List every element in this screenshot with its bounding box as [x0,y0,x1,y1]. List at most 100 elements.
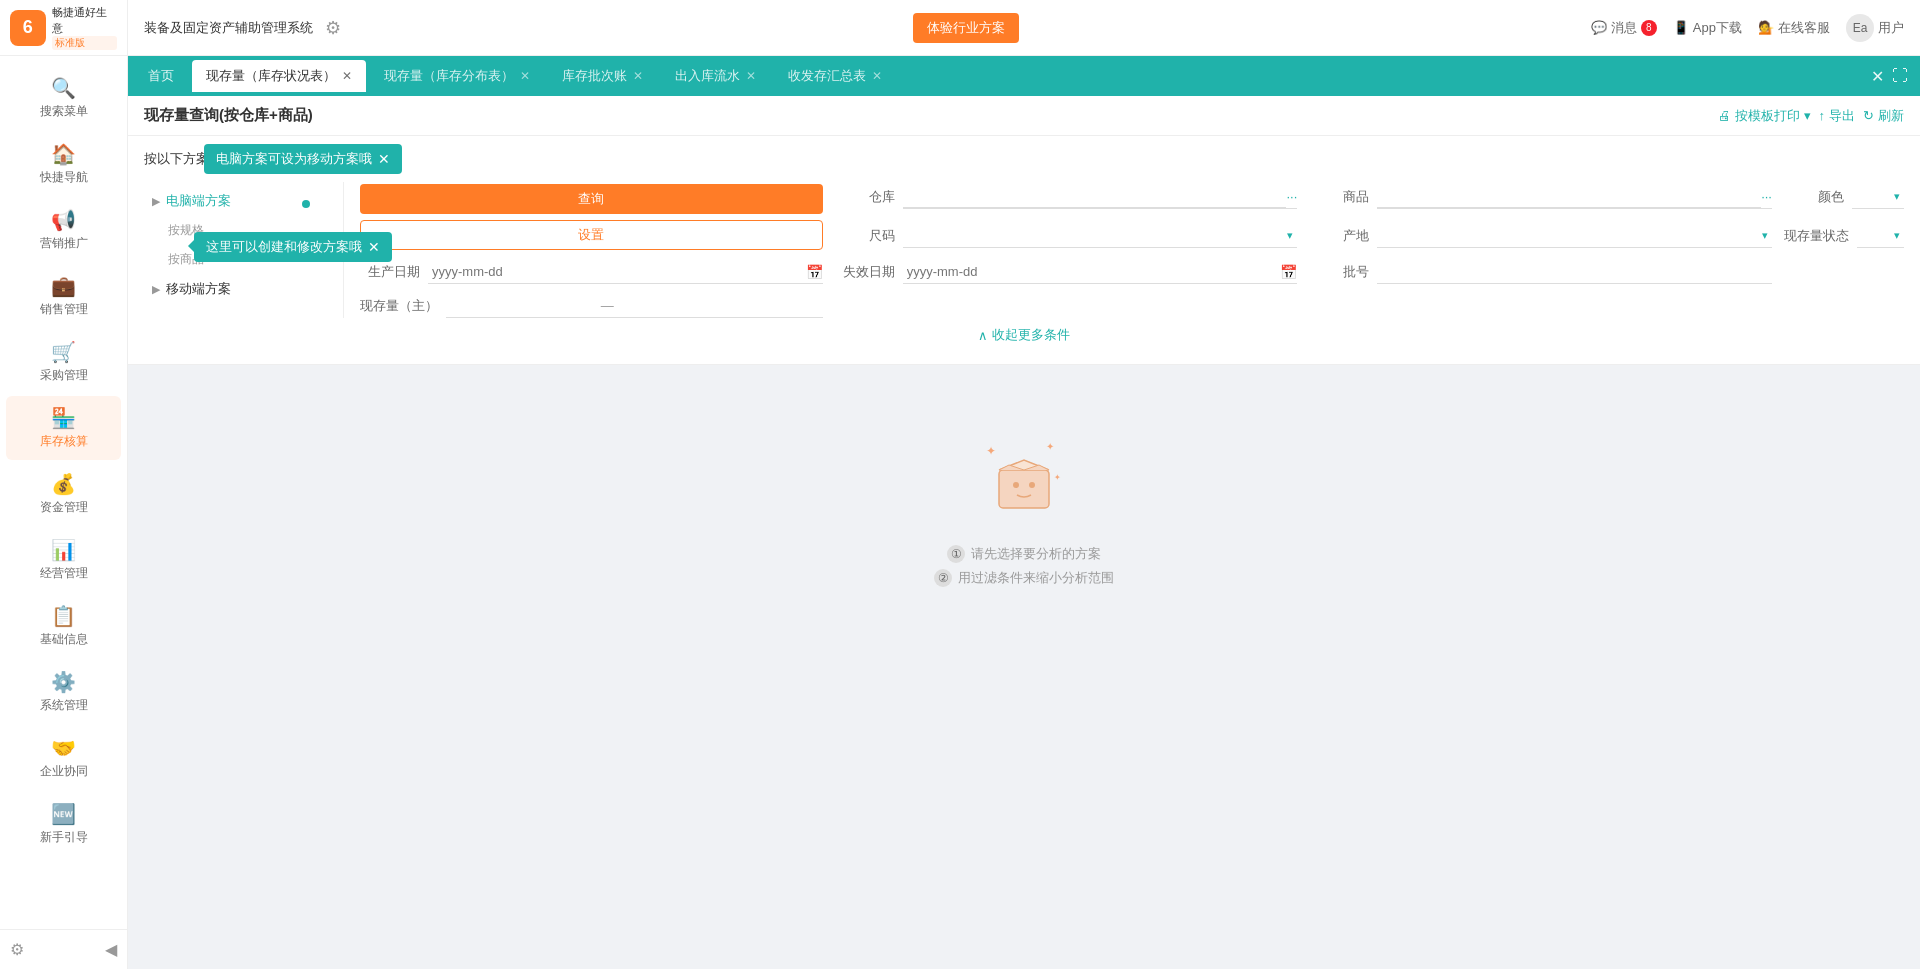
message-badge: 8 [1641,20,1657,36]
empty-illustration: ✦ ✦ ✦ [974,425,1074,525]
inventory-min-input[interactable] [446,294,597,317]
scheme-desktop-label: 电脑端方案 [166,192,231,210]
warehouse-label: 仓库 [835,188,895,206]
sidebar-item-label: 快捷导航 [40,169,88,186]
tab-summary[interactable]: 收发存汇总表 ✕ [774,60,896,92]
print-button[interactable]: 🖨 按模板打印 ▾ [1718,107,1811,125]
logo-badge: 标准版 [52,36,117,50]
filter-section: 按以下方案查询 + ✎ ⟵ 电脑方案可设为移动方案哦 ✕ [128,136,1920,365]
filter-goods-row: 商品 ··· [1309,184,1772,209]
svg-text:✦: ✦ [1046,441,1054,452]
app-download-item[interactable]: 📱 App下载 [1673,19,1742,37]
goods-input[interactable] [1377,184,1761,208]
proddate-input[interactable] [428,260,806,283]
industry-button[interactable]: 体验行业方案 [913,13,1019,43]
sidebar-item-inventory[interactable]: 🏪 库存核算 [6,396,121,460]
empty-num-2: ② [934,569,952,587]
sidebar-item-basic[interactable]: 📋 基础信息 [6,594,121,658]
color-select[interactable] [1852,185,1904,209]
batch-input[interactable] [1377,260,1772,284]
collapse-more-label: 收起更多条件 [992,326,1070,344]
origin-select[interactable] [1377,224,1772,248]
color-label: 颜色 [1784,188,1844,206]
logo-text: 畅捷通好生意 [52,5,117,36]
scheme-mobile-label: 移动端方案 [166,280,231,298]
guide-icon: 🆕 [51,802,76,826]
export-button[interactable]: ↑ 导出 [1819,107,1856,125]
empty-num-1: ① [947,545,965,563]
sidebar-item-operations[interactable]: 📊 经营管理 [6,528,121,592]
sidebar-item-sales[interactable]: 💼 销售管理 [6,264,121,328]
sidebar-item-finance[interactable]: 💰 资金管理 [6,462,121,526]
tab-close-all-icon[interactable]: ✕ [1871,67,1884,86]
main-content: 现存量查询(按仓库+商品) 🖨 按模板打印 ▾ ↑ 导出 ↻ 刷新 按以下方案查… [128,96,1920,969]
settings-icon[interactable]: ⚙ [10,940,24,959]
expiry-label: 失效日期 [835,263,895,281]
expiry-calendar-icon[interactable]: 📅 [1280,264,1297,280]
collapse-sidebar-icon[interactable]: ◀ [105,940,117,959]
service-icon: 💁 [1758,20,1774,35]
logo-icon: 6 [10,10,46,46]
inventory-max-input[interactable] [618,294,769,317]
warehouse-more-icon[interactable]: ··· [1286,189,1297,204]
sidebar-item-label: 搜索菜单 [40,103,88,120]
inventory-status-select[interactable] [1857,224,1904,248]
tab-home[interactable]: 首页 [134,60,188,92]
sidebar-item-search[interactable]: 🔍 搜索菜单 [6,66,121,130]
origin-label: 产地 [1309,227,1369,245]
search-nav-icon: 🔍 [51,76,76,100]
filter-expiry-row: 失效日期 📅 [835,260,1298,284]
tooltip-text-1: 电脑方案可设为移动方案哦 [216,150,372,168]
quicknav-icon: 🏠 [51,142,76,166]
header-center: 体验行业方案 [913,13,1019,43]
tab-inout-label: 出入库流水 [675,67,740,85]
tab-close-icon[interactable]: ✕ [633,69,643,83]
tab-inventory-dist[interactable]: 现存量（库存分布表） ✕ [370,60,544,92]
tab-summary-label: 收发存汇总表 [788,67,866,85]
message-item[interactable]: 💬 消息 8 [1591,19,1657,37]
tooltip-close-1[interactable]: ✕ [378,151,390,167]
collapse-more-button[interactable]: ∧ 收起更多条件 [144,318,1904,352]
tab-inout[interactable]: 出入库流水 ✕ [661,60,770,92]
online-service-item[interactable]: 💁 在线客服 [1758,19,1830,37]
sidebar-item-quicknav[interactable]: 🏠 快捷导航 [6,132,121,196]
warehouse-input[interactable] [903,184,1287,208]
refresh-button[interactable]: ↻ 刷新 [1863,107,1904,125]
page-header: 现存量查询(按仓库+商品) 🖨 按模板打印 ▾ ↑ 导出 ↻ 刷新 [128,96,1920,136]
user-item[interactable]: Ea 用户 [1846,14,1904,42]
tab-close-icon[interactable]: ✕ [872,69,882,83]
goods-more-icon[interactable]: ··· [1761,189,1772,204]
scheme-mobile[interactable]: ▶ 移动端方案 [144,274,343,304]
empty-state: ✦ ✦ ✦ ① 请先选择要分析的方案 ② 用过滤条件来缩小分析范围 [128,365,1920,653]
scheme-desktop[interactable]: ▶ 电脑端方案 [144,186,343,216]
expiry-input[interactable] [903,260,1281,283]
tab-inventory-dist-label: 现存量（库存分布表） [384,67,514,85]
filter-size-row: 尺码 ▾ [835,224,1298,248]
tab-close-icon[interactable]: ✕ [746,69,756,83]
range-dash: — [601,298,614,313]
sidebar-item-purchase[interactable]: 🛒 采购管理 [6,330,121,394]
size-select[interactable] [903,224,1298,248]
tab-inventory-status[interactable]: 现存量（库存状况表） ✕ [192,60,366,92]
tab-close-icon[interactable]: ✕ [342,69,352,83]
header-gear-icon[interactable]: ⚙ [325,17,341,39]
query-reset-col: 查询 设置 [360,182,823,250]
inventory-status-label: 现存量状态 [1784,227,1849,245]
tab-expand-icon[interactable]: ⛶ [1892,67,1908,85]
proddate-calendar-icon[interactable]: 📅 [806,264,823,280]
tooltip-close-2[interactable]: ✕ [368,239,380,255]
user-label: 用户 [1878,19,1904,37]
sidebar-item-system[interactable]: ⚙️ 系统管理 [6,660,121,724]
tab-close-icon[interactable]: ✕ [520,69,530,83]
query-button[interactable]: 查询 [360,184,823,214]
message-label: 消息 [1611,19,1637,37]
sidebar-item-enterprise[interactable]: 🤝 企业协同 [6,726,121,790]
sidebar-item-guide[interactable]: 🆕 新手引导 [6,792,121,856]
collapse-up-icon: ∧ [978,328,988,343]
sidebar-item-marketing[interactable]: 📢 营销推广 [6,198,121,262]
page-actions: 🖨 按模板打印 ▾ ↑ 导出 ↻ 刷新 [1718,107,1905,125]
reset-button[interactable]: 设置 [360,220,823,250]
tab-batch[interactable]: 库存批次账 ✕ [548,60,657,92]
connector-dot [302,200,310,208]
tab-batch-label: 库存批次账 [562,67,627,85]
